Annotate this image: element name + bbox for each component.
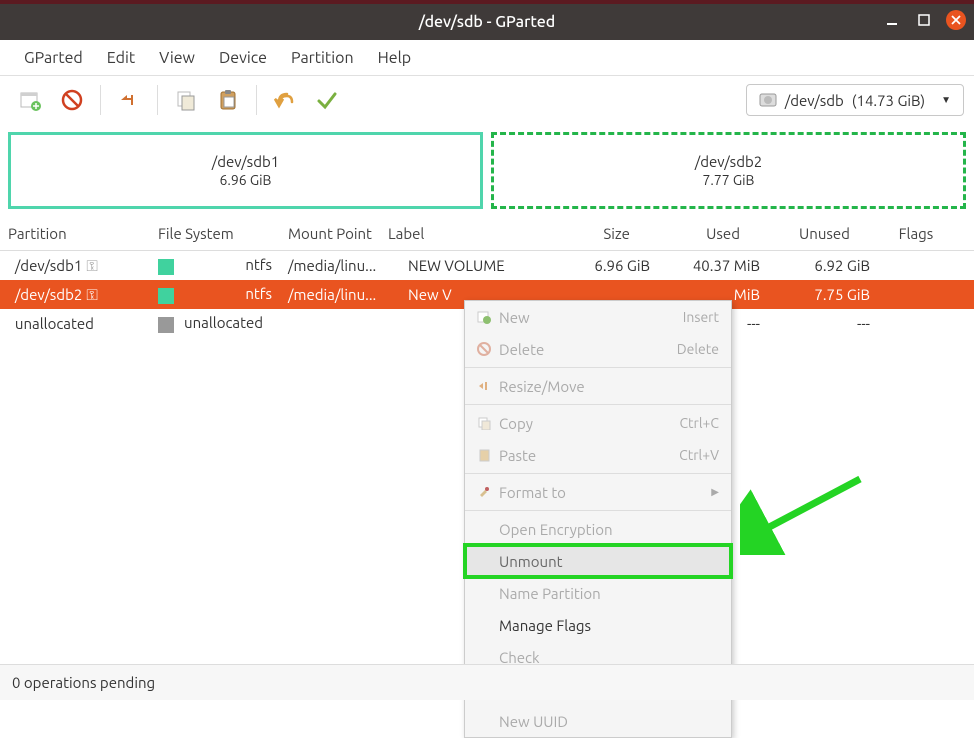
vol-label: NEW VOLUME (400, 257, 558, 274)
menu-device[interactable]: Device (207, 43, 279, 73)
paste-icon (477, 448, 499, 462)
delete-partition-button[interactable] (52, 80, 92, 120)
fs-swatch-icon (158, 259, 174, 275)
resize-icon (477, 379, 499, 393)
window-title: /dev/sdb - GParted (0, 13, 974, 31)
menu-help[interactable]: Help (366, 43, 424, 73)
visual-partition-sdb1[interactable]: /dev/sdb1 6.96 GiB (8, 132, 483, 209)
copy-icon (477, 416, 499, 430)
visual-part-name: /dev/sdb1 (11, 153, 480, 170)
disk-icon (759, 91, 777, 109)
context-copy[interactable]: Copy Ctrl+C (465, 407, 731, 439)
device-selector[interactable]: /dev/sdb (14.73 GiB) ▼ (746, 84, 964, 116)
fs-swatch-icon (158, 317, 174, 333)
context-paste[interactable]: Paste Ctrl+V (465, 439, 731, 471)
new-icon (477, 310, 499, 324)
context-open-encryption[interactable]: Open Encryption (465, 513, 731, 545)
col-size[interactable]: Size (538, 225, 638, 242)
col-label[interactable]: Label (380, 225, 538, 242)
device-name: /dev/sdb (785, 92, 844, 109)
menu-view[interactable]: View (147, 43, 207, 73)
visual-part-name: /dev/sdb2 (494, 153, 963, 170)
toolbar: /dev/sdb (14.73 GiB) ▼ (0, 76, 974, 124)
lock-icon: ⚿ (86, 286, 102, 304)
unused: 6.92 GiB (768, 257, 878, 274)
apply-button[interactable] (307, 80, 347, 120)
col-filesystem[interactable]: File System (150, 225, 280, 242)
col-partition[interactable]: Partition (0, 225, 150, 242)
window-titlebar: /dev/sdb - GParted (0, 4, 974, 40)
partition-visual-bar: /dev/sdb1 6.96 GiB /dev/sdb2 7.77 GiB (0, 124, 974, 217)
visual-partition-sdb2[interactable]: /dev/sdb2 7.77 GiB (491, 132, 966, 209)
context-name-partition[interactable]: Name Partition (465, 577, 731, 609)
visual-part-size: 6.96 GiB (11, 172, 480, 188)
menu-partition[interactable]: Partition (279, 43, 366, 73)
fs-name: ntfs (245, 285, 272, 302)
context-unmount[interactable]: Unmount (465, 545, 731, 577)
menu-bar: GParted Edit View Device Partition Help (0, 40, 974, 76)
paste-button[interactable] (208, 80, 248, 120)
menu-gparted[interactable]: GParted (12, 43, 95, 73)
partition-name: unallocated (15, 315, 94, 332)
col-flags[interactable]: Flags (858, 225, 974, 242)
partition-name: /dev/sdb1 (15, 257, 82, 274)
size: 6.96 GiB (558, 257, 658, 274)
context-resize[interactable]: Resize/Move (465, 370, 731, 402)
close-button[interactable] (946, 10, 966, 30)
status-bar: 0 operations pending (0, 664, 974, 700)
minimize-button[interactable] (882, 10, 902, 30)
table-row[interactable]: /dev/sdb1⚿ ntfs /media/linu... NEW VOLUM… (0, 251, 974, 280)
fs-name: unallocated (184, 314, 263, 331)
unused: 7.75 GiB (768, 286, 878, 303)
partition-name: /dev/sdb2 (15, 286, 82, 303)
unused: --- (768, 315, 878, 332)
annotation-arrow-icon (740, 475, 870, 555)
mount-point: /media/linu... (280, 257, 400, 274)
device-size: (14.73 GiB) (852, 92, 925, 109)
col-used[interactable]: Used (638, 225, 748, 242)
resize-move-button[interactable] (109, 80, 149, 120)
col-mountpoint[interactable]: Mount Point (280, 225, 380, 242)
submenu-arrow-icon: ▶ (711, 486, 719, 498)
status-text: 0 operations pending (12, 674, 155, 691)
visual-part-size: 7.77 GiB (494, 172, 963, 188)
undo-button[interactable] (265, 80, 305, 120)
context-new[interactable]: New Insert (465, 301, 731, 333)
partition-table-header: Partition File System Mount Point Label … (0, 217, 974, 251)
mount-point: /media/linu... (280, 286, 400, 303)
col-unused[interactable]: Unused (748, 225, 858, 242)
chevron-down-icon: ▼ (941, 94, 951, 106)
fs-name: ntfs (245, 256, 272, 273)
new-partition-button[interactable] (10, 80, 50, 120)
context-manage-flags[interactable]: Manage Flags (465, 609, 731, 641)
context-format[interactable]: Format to ▶ (465, 476, 731, 508)
menu-edit[interactable]: Edit (95, 43, 147, 73)
format-icon (477, 485, 499, 499)
used: 40.37 MiB (658, 257, 768, 274)
context-delete[interactable]: Delete Delete (465, 333, 731, 365)
copy-button[interactable] (166, 80, 206, 120)
delete-icon (477, 342, 499, 356)
lock-icon: ⚿ (86, 257, 102, 275)
maximize-button[interactable] (914, 10, 934, 30)
context-new-uuid[interactable]: New UUID (465, 705, 731, 737)
fs-swatch-icon (158, 288, 174, 304)
